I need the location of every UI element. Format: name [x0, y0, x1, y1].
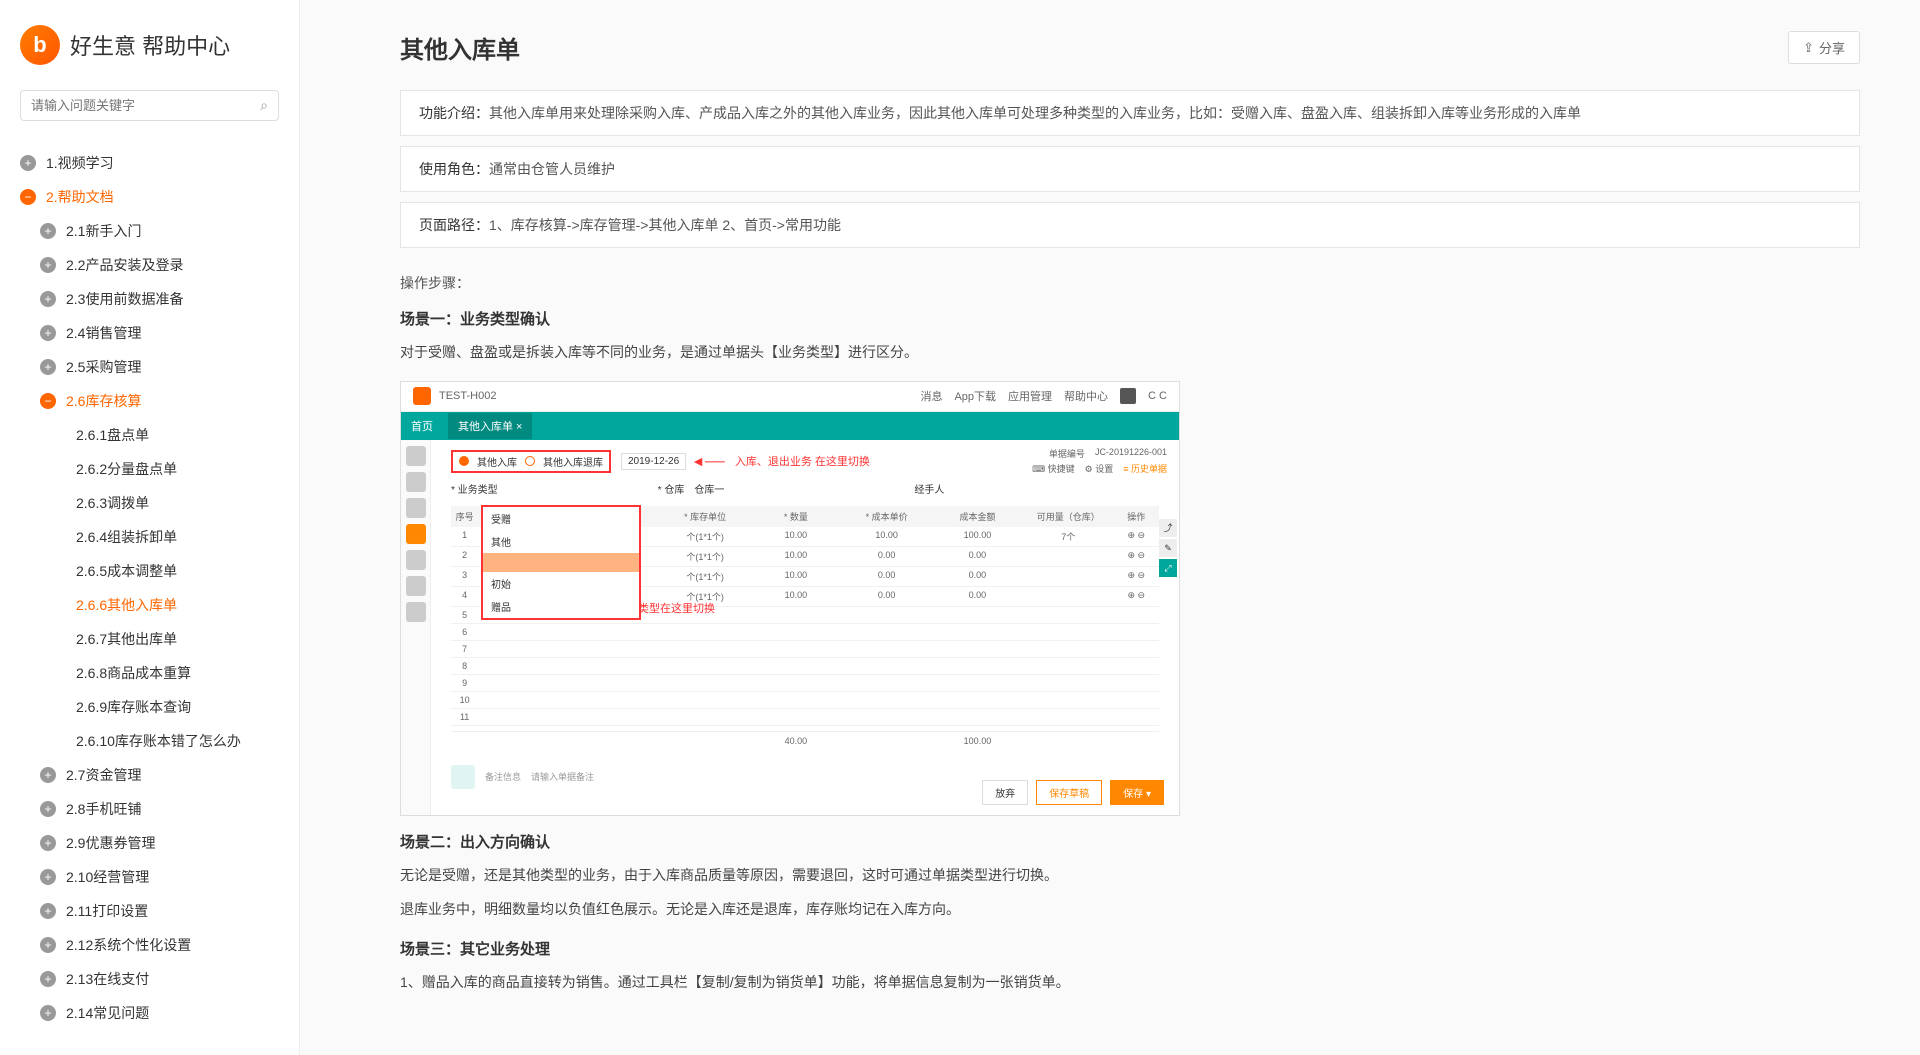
shot-top-help: 帮助中心 [1064, 388, 1108, 404]
shot-tab-home: 首页 [411, 418, 433, 434]
shot-annot1: 入库、退出业务 在这里切换 [735, 453, 870, 469]
path-text: 1、库存核算->库存管理->其他入库单 2、首页->常用功能 [489, 217, 841, 233]
search-icon[interactable]: ⌕ [260, 97, 268, 114]
nav-2-6-3[interactable]: 2.6.3调拨单 [20, 486, 279, 520]
search-box[interactable]: ⌕ [20, 90, 279, 121]
arrow-icon: ◄── [691, 453, 725, 469]
shot-tab-active: 其他入库单 × [448, 413, 532, 439]
page-title: 其他入库单 [400, 30, 520, 65]
nav-2-3[interactable]: +2.3使用前数据准备 [20, 282, 279, 316]
nav-2-11[interactable]: +2.11打印设置 [20, 894, 279, 928]
shot-test-env: TEST-H002 [439, 390, 496, 402]
nav-2-14[interactable]: +2.14常见问题 [20, 996, 279, 1030]
shot-logo-icon [413, 387, 431, 405]
radio-icon [525, 456, 535, 466]
logo-row: b 好生意 帮助中心 [20, 25, 279, 65]
nav-2-6-8[interactable]: 2.6.8商品成本重算 [20, 656, 279, 690]
content-box: 操作步骤： 场景一：业务类型确认 对于受赠、盘盈或是拆装入库等不同的业务，是通过… [400, 273, 1860, 995]
scene1-title: 场景一：业务类型确认 [400, 308, 1860, 329]
intro-label: 功能介绍： [419, 105, 489, 121]
share-button[interactable]: ⇪分享 [1788, 31, 1860, 64]
memo-icon [451, 765, 475, 789]
shot-type-switch: 其他入库 其他入库退库 [451, 450, 611, 473]
shot-top-mgmt: 应用管理 [1008, 388, 1052, 404]
scene3-para1: 1、赠品入库的商品直接转为销售。通过工具栏【复制/复制为销货单】功能，将单据信息… [400, 969, 1860, 996]
shot-wh-label: * 仓库 [658, 481, 685, 496]
nav-2-2[interactable]: +2.2产品安装及登录 [20, 248, 279, 282]
role-label: 使用角色： [419, 161, 489, 177]
path-label: 页面路径： [419, 217, 489, 233]
nav-2-12[interactable]: +2.12系统个性化设置 [20, 928, 279, 962]
nav-2-5[interactable]: +2.5采购管理 [20, 350, 279, 384]
role-box: 使用角色：通常由仓管人员维护 [400, 146, 1860, 192]
site-title: 好生意 帮助中心 [70, 29, 230, 61]
nav-2-13[interactable]: +2.13在线支付 [20, 962, 279, 996]
steps-label: 操作步骤： [400, 273, 1860, 293]
scene1-para: 对于受赠、盘盈或是拆装入库等不同的业务，是通过单据头【业务类型】进行区分。 [400, 339, 1860, 366]
scene3-title: 场景三：其它业务处理 [400, 938, 1860, 959]
path-box: 页面路径：1、库存核算->库存管理->其他入库单 2、首页->常用功能 [400, 202, 1860, 248]
nav-2-6-2[interactable]: 2.6.2分量盘点单 [20, 452, 279, 486]
share-icon: ⇪ [1803, 40, 1814, 56]
search-input[interactable] [31, 98, 260, 113]
shot-save-button: 保存 ▾ [1110, 780, 1164, 805]
shot-biz-label: * 业务类型 [451, 481, 498, 496]
nav-2-7[interactable]: +2.7资金管理 [20, 758, 279, 792]
nav-2-1[interactable]: +2.1新手入门 [20, 214, 279, 248]
shot-wh-val: 仓库一 [694, 481, 724, 496]
intro-box: 功能介绍：其他入库单用来处理除采购入库、产成品入库之外的其他入库业务，因此其他入… [400, 90, 1860, 136]
nav-2-10[interactable]: +2.10经营管理 [20, 860, 279, 894]
nav-2-6-9[interactable]: 2.6.9库存账本查询 [20, 690, 279, 724]
nav-2-6-1[interactable]: 2.6.1盘点单 [20, 418, 279, 452]
nav-2-6-6[interactable]: 2.6.6其他入库单 [20, 588, 279, 622]
role-text: 通常由仓管人员维护 [489, 161, 615, 177]
scene2-para1: 无论是受赠，还是其他类型的业务，由于入库商品质量等原因，需要退回，这时可通过单据… [400, 862, 1860, 889]
shot-biz-dropdown: 受赠 其他 初始 赠品 [481, 505, 641, 620]
nav-2-6-10[interactable]: 2.6.10库存账本错了怎么办 [20, 724, 279, 758]
nav-2-6-7[interactable]: 2.6.7其他出库单 [20, 622, 279, 656]
avatar-icon [1120, 388, 1136, 404]
nav-2-8[interactable]: +2.8手机旺铺 [20, 792, 279, 826]
main-content: 其他入库单 ⇪分享 功能介绍：其他入库单用来处理除采购入库、产成品入库之外的其他… [300, 0, 1920, 1055]
sidebar: b 好生意 帮助中心 ⌕ +1.视频学习 −2.帮助文档 +2.1新手入门 +2… [0, 0, 300, 1055]
nav-2-6-5[interactable]: 2.6.5成本调整单 [20, 554, 279, 588]
nav-2-6-4[interactable]: 2.6.4组装拆卸单 [20, 520, 279, 554]
shot-top-app: App下载 [954, 388, 996, 404]
nav-2-9[interactable]: +2.9优惠券管理 [20, 826, 279, 860]
shot-user: C C [1148, 390, 1167, 402]
nav-docs[interactable]: −2.帮助文档 [20, 180, 279, 214]
radio-icon [459, 456, 469, 466]
intro-text: 其他入库单用来处理除采购入库、产成品入库之外的其他入库业务，因此其他入库单可处理… [489, 105, 1581, 121]
screenshot-1: TEST-H002 消息 App下载 应用管理 帮助中心 C C 首页 其他入库… [400, 381, 1180, 816]
nav-video[interactable]: +1.视频学习 [20, 146, 279, 180]
shot-right-icons: ⤴✎⤢ [1159, 517, 1179, 579]
shot-date: 2019-12-26 [621, 453, 686, 470]
nav-tree: +1.视频学习 −2.帮助文档 +2.1新手入门 +2.2产品安装及登录 +2.… [20, 146, 279, 1030]
shot-discard-button: 放弃 [982, 780, 1028, 805]
scene2-para2: 退库业务中，明细数量均以负值红色展示。无论是入库还是退库，库存账均记在入库方向。 [400, 896, 1860, 923]
shot-sidebar [401, 440, 431, 815]
nav-2-4[interactable]: +2.4销售管理 [20, 316, 279, 350]
logo-icon: b [20, 25, 60, 65]
shot-draft-button: 保存草稿 [1036, 780, 1102, 805]
shot-person-label: 经手人 [914, 481, 944, 496]
scene2-title: 场景二：出入方向确认 [400, 831, 1860, 852]
shot-top-msg: 消息 [920, 388, 942, 404]
nav-2-6[interactable]: −2.6库存核算 [20, 384, 279, 418]
